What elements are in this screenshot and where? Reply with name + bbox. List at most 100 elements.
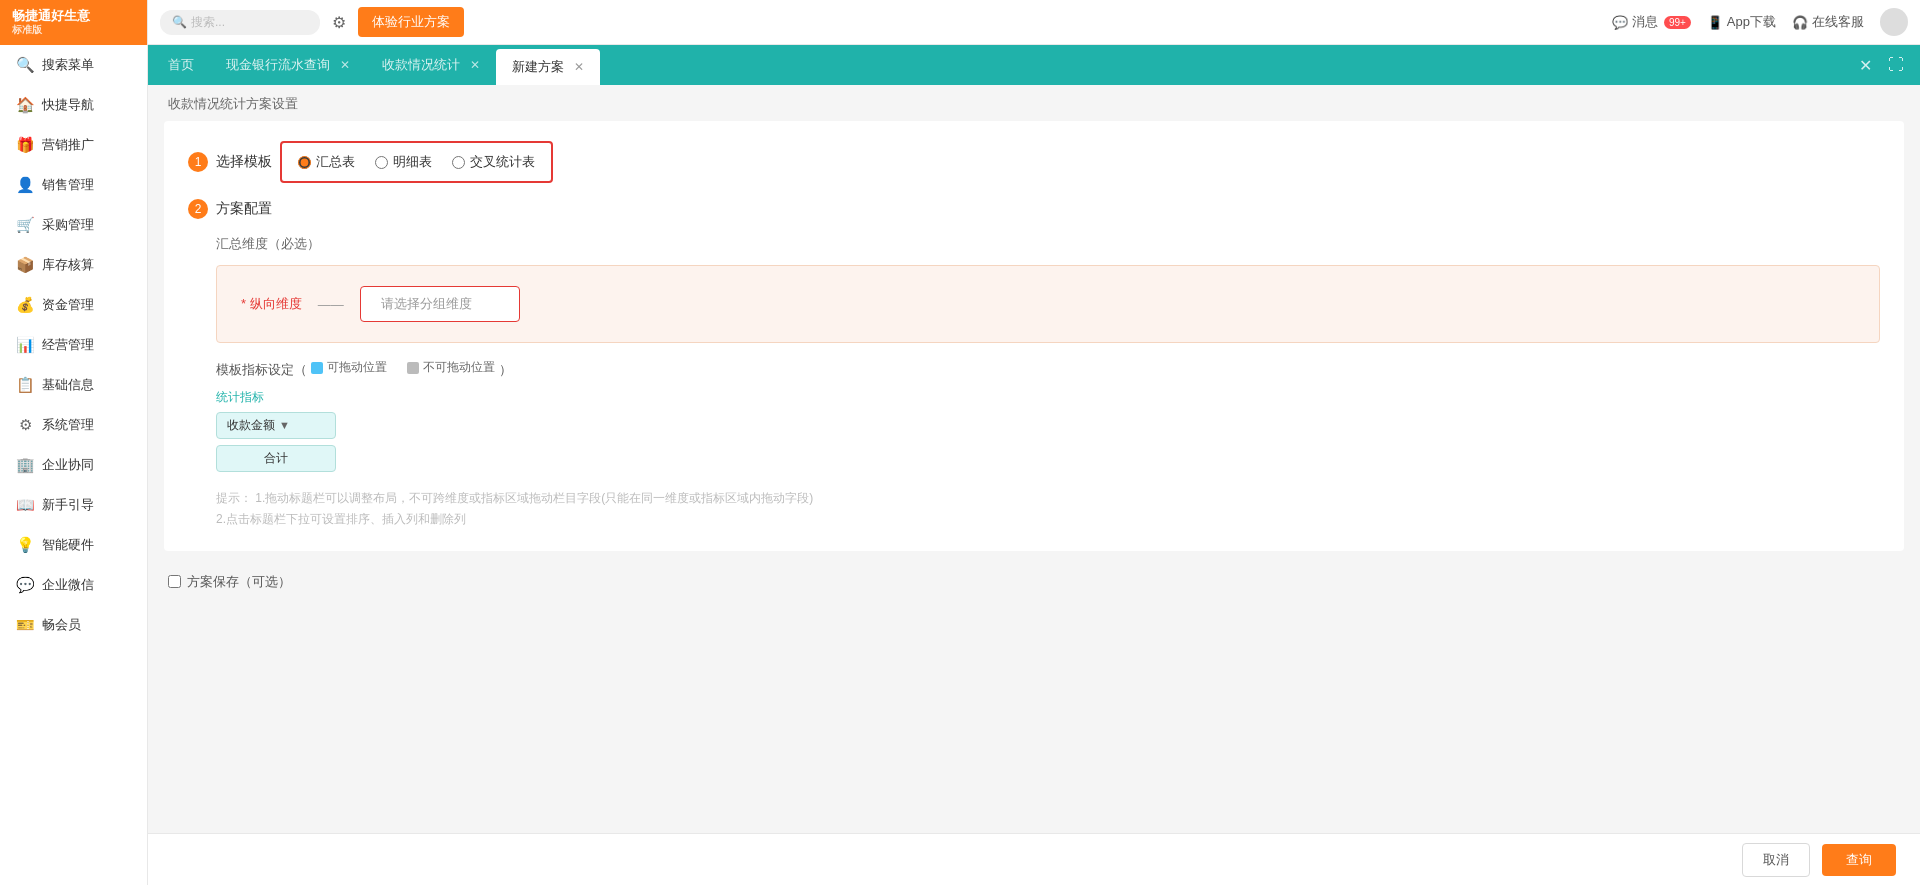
user-icon: 👤 [16, 176, 34, 194]
page-title: 收款情况统计方案设置 [148, 85, 1920, 121]
clipboard-icon: 📋 [16, 376, 34, 394]
save-option-row: 方案保存（可选） [148, 563, 1920, 601]
dimension-selector[interactable]: 请选择分组维度 [360, 286, 520, 322]
download-icon: 📱 [1707, 15, 1723, 30]
sidebar: 畅捷通好生意 标准版 🔍 搜索菜单 🏠 快捷导航 🎁 营销推广 👤 销售管理 🛒… [0, 0, 148, 885]
tab-bank-flow[interactable]: 现金银行流水查询 ✕ [210, 45, 366, 85]
non-draggable-indicator: 不可拖动位置 [407, 359, 495, 376]
ticket-icon: 🎫 [16, 616, 34, 634]
logo-sub: 标准版 [12, 23, 90, 37]
hint-text: 提示： 1.拖动标题栏可以调整布局，不可跨维度或指标区域拖动栏目字段(只能在同一… [216, 488, 1880, 531]
radio-summary[interactable]: 汇总表 [298, 153, 355, 171]
draggable-dot [311, 362, 323, 374]
cancel-button[interactable]: 取消 [1742, 843, 1810, 877]
download-label: App下载 [1727, 13, 1776, 31]
step1-header: 1 选择模板 汇总表 明细表 交叉统计表 [188, 141, 1880, 183]
user-avatar[interactable] [1880, 8, 1908, 36]
gift-icon: 🎁 [16, 136, 34, 154]
tab-home[interactable]: 首页 [152, 45, 210, 85]
tabbar-expand-btn[interactable]: ⛶ [1884, 54, 1908, 76]
radio-cross-input[interactable] [452, 156, 465, 169]
sidebar-item-system[interactable]: ⚙ 系统管理 [0, 405, 147, 445]
metrics-sub-tag-total: 合计 [216, 445, 336, 472]
topbar-right: 💬 消息 99+ 📱 App下载 🎧 在线客服 [1612, 8, 1908, 36]
metrics-tag-amount[interactable]: 收款金额 ▼ [216, 412, 336, 439]
tab-home-label: 首页 [168, 56, 194, 74]
cart-icon: 🛒 [16, 216, 34, 234]
notification-badge: 99+ [1664, 16, 1691, 29]
logo-text: 畅捷通好生意 [12, 8, 90, 24]
draggable-indicator: 可拖动位置 [311, 359, 387, 376]
query-button[interactable]: 查询 [1822, 844, 1896, 876]
sidebar-item-label: 快捷导航 [42, 96, 94, 114]
chat-icon: 💬 [16, 576, 34, 594]
sidebar-item-sales[interactable]: 👤 销售管理 [0, 165, 147, 205]
radio-detail-input[interactable] [375, 156, 388, 169]
sidebar-item-purchase[interactable]: 🛒 采购管理 [0, 205, 147, 245]
metrics-tags: 收款金额 ▼ 合计 [216, 412, 336, 472]
step1-label: 选择模板 [216, 153, 272, 171]
sidebar-item-label: 基础信息 [42, 376, 94, 394]
trial-btn[interactable]: 体验行业方案 [358, 7, 464, 37]
sidebar-item-finance[interactable]: 💰 资金管理 [0, 285, 147, 325]
box-icon: 📦 [16, 256, 34, 274]
sidebar-item-label: 采购管理 [42, 216, 94, 234]
arrow-icon: —— [318, 297, 344, 312]
topbar-search-placeholder: 搜索... [191, 14, 225, 31]
sidebar-item-wechat[interactable]: 💬 企业微信 [0, 565, 147, 605]
sidebar-item-label: 营销推广 [42, 136, 94, 154]
save-checkbox[interactable] [168, 575, 181, 588]
sidebar-item-label: 智能硬件 [42, 536, 94, 554]
tab-receipt-stats-close[interactable]: ✕ [470, 58, 480, 72]
hint-line-2: 2.点击标题栏下拉可设置排序、插入列和删除列 [216, 509, 1880, 531]
tab-bank-flow-close[interactable]: ✕ [340, 58, 350, 72]
sidebar-item-guide[interactable]: 📖 新手引导 [0, 485, 147, 525]
tab-new-plan-close[interactable]: ✕ [574, 60, 584, 74]
metrics-config-text: 模板指标设定（ 可拖动位置 不可拖动位置 ） [216, 359, 512, 379]
service-icon: 🎧 [1792, 15, 1808, 30]
tab-new-plan[interactable]: 新建方案 ✕ [496, 49, 600, 85]
tab-receipt-stats-label: 收款情况统计 [382, 56, 460, 74]
tabbar-actions: ✕ ⛶ [1855, 45, 1916, 85]
book-icon: 📖 [16, 496, 34, 514]
tabbar-close-btn[interactable]: ✕ [1855, 54, 1876, 77]
sidebar-item-search-menu[interactable]: 🔍 搜索菜单 [0, 45, 147, 85]
sidebar-item-quick-nav[interactable]: 🏠 快捷导航 [0, 85, 147, 125]
sidebar-item-operations[interactable]: 📊 经营管理 [0, 325, 147, 365]
topbar: 🔍 搜索... ⚙ 体验行业方案 💬 消息 99+ 📱 App下载 🎧 在线客服 [148, 0, 1920, 45]
notification-item[interactable]: 💬 消息 99+ [1612, 13, 1691, 31]
notification-label: 消息 [1632, 13, 1658, 31]
template-selector: 汇总表 明细表 交叉统计表 [280, 141, 553, 183]
notification-icon: 💬 [1612, 15, 1628, 30]
topbar-gear-icon[interactable]: ⚙ [332, 13, 346, 32]
radio-detail[interactable]: 明细表 [375, 153, 432, 171]
metrics-config-row: 模板指标设定（ 可拖动位置 不可拖动位置 ） [216, 359, 1880, 379]
sidebar-item-label: 新手引导 [42, 496, 94, 514]
sidebar-item-label: 经营管理 [42, 336, 94, 354]
download-item[interactable]: 📱 App下载 [1707, 13, 1776, 31]
radio-summary-input[interactable] [298, 156, 311, 169]
radio-cross[interactable]: 交叉统计表 [452, 153, 535, 171]
radio-cross-label: 交叉统计表 [470, 153, 535, 171]
search-menu-icon: 🔍 [16, 56, 34, 74]
sidebar-item-enterprise[interactable]: 🏢 企业协同 [0, 445, 147, 485]
sidebar-item-base-info[interactable]: 📋 基础信息 [0, 365, 147, 405]
step2-badge: 2 [188, 199, 208, 219]
main-area: 🔍 搜索... ⚙ 体验行业方案 💬 消息 99+ 📱 App下载 🎧 在线客服 [148, 0, 1920, 885]
service-item[interactable]: 🎧 在线客服 [1792, 13, 1864, 31]
tab-receipt-stats[interactable]: 收款情况统计 ✕ [366, 45, 496, 85]
sidebar-item-hardware[interactable]: 💡 智能硬件 [0, 525, 147, 565]
tabbar: 首页 现金银行流水查询 ✕ 收款情况统计 ✕ 新建方案 ✕ ✕ ⛶ [148, 45, 1920, 85]
step2-header: 2 方案配置 [188, 199, 1880, 219]
sidebar-item-inventory[interactable]: 📦 库存核算 [0, 245, 147, 285]
chart-icon: 📊 [16, 336, 34, 354]
topbar-search[interactable]: 🔍 搜索... [160, 10, 320, 35]
dimension-area: 纵向维度 —— 请选择分组维度 [216, 265, 1880, 343]
tab-new-plan-label: 新建方案 [512, 58, 564, 76]
sidebar-item-marketing[interactable]: 🎁 营销推广 [0, 125, 147, 165]
sidebar-item-label: 资金管理 [42, 296, 94, 314]
sidebar-item-member[interactable]: 🎫 畅会员 [0, 605, 147, 645]
metrics-group: 统计指标 收款金额 ▼ 合计 [216, 389, 336, 472]
config-card: 1 选择模板 汇总表 明细表 交叉统计表 [164, 121, 1904, 551]
sidebar-item-label: 搜索菜单 [42, 56, 94, 74]
